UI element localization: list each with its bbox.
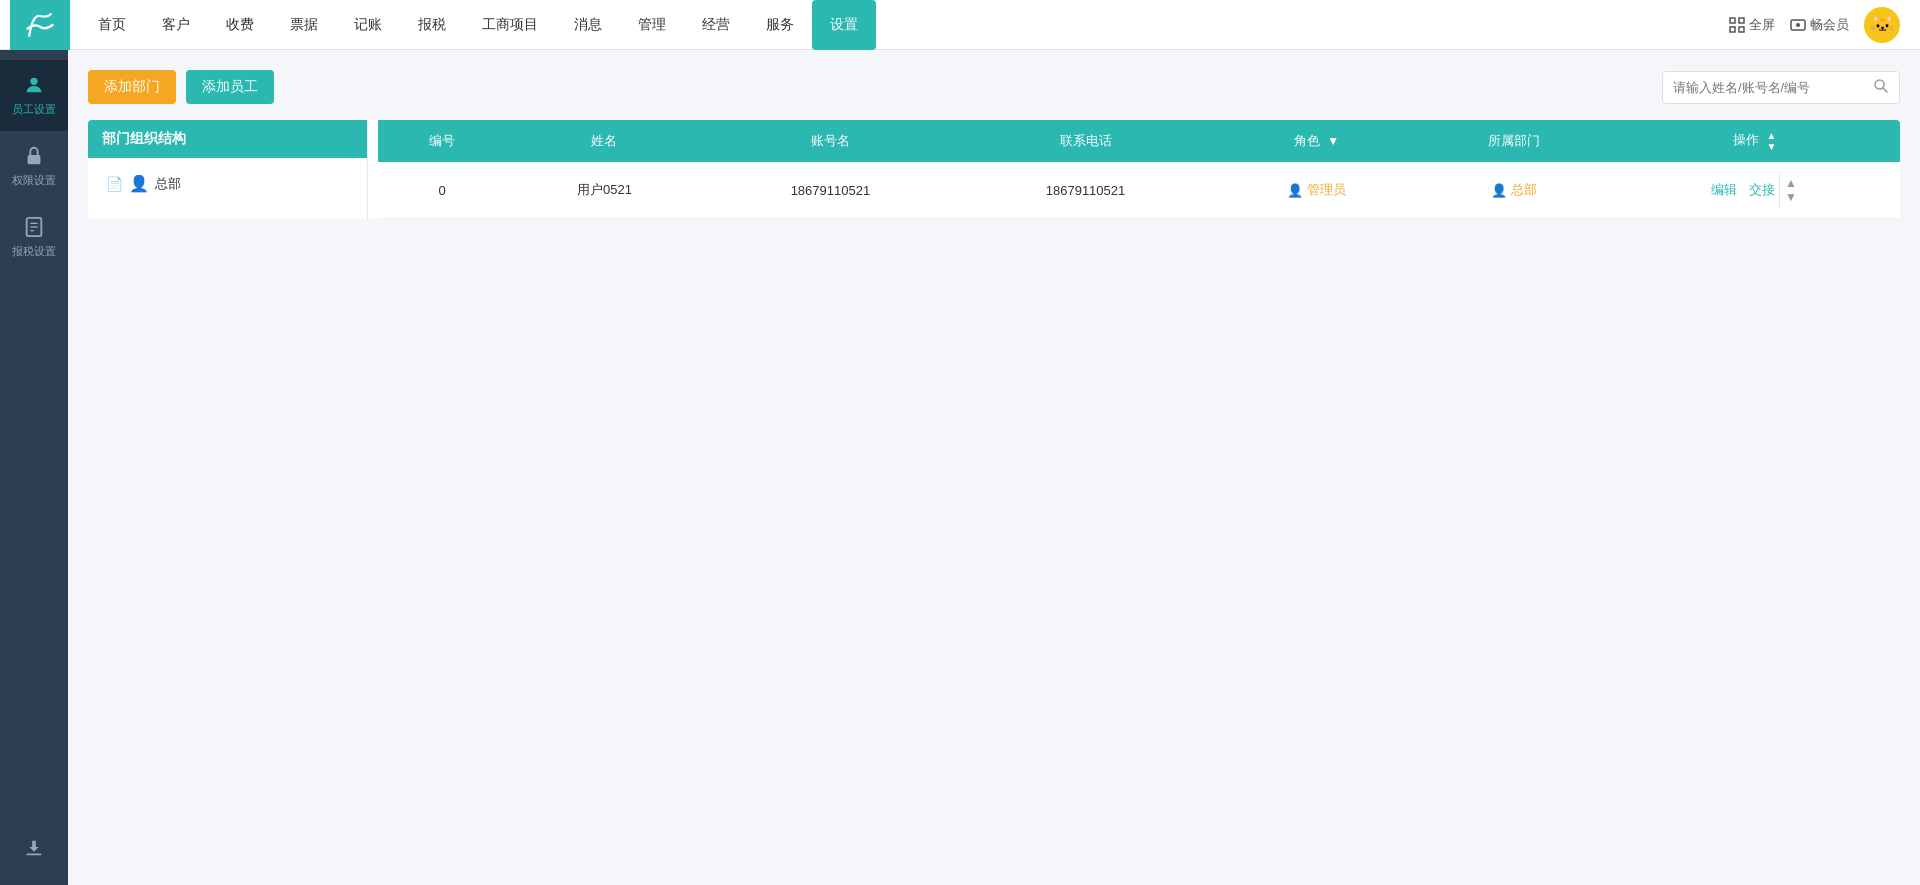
nav-message[interactable]: 消息 [556,0,620,50]
logo [10,0,70,50]
table-header-row: 编号 姓名 账号名 联系电话 角色 ▼ 所属部门 操作 [378,120,1900,162]
sidebar-item-employee[interactable]: 员工设置 [0,60,68,131]
col-name: 姓名 [506,120,703,162]
sidebar-item-download[interactable] [0,823,68,875]
col-id: 编号 [378,120,506,162]
action-交接[interactable]: 交接 [1749,181,1775,199]
toolbar: 添加部门 添加员工 [88,70,1900,104]
svg-line-14 [1883,88,1887,92]
nav-bookkeeping[interactable]: 记账 [336,0,400,50]
cell-id: 0 [378,162,506,219]
dept-person-icon: 👤 [1491,183,1507,198]
col-action: 操作 ▲ ▼ [1609,120,1900,162]
nav-tax[interactable]: 报税 [400,0,464,50]
dept-badge: 👤 总部 [1491,181,1537,199]
role-person-icon: 👤 [1287,183,1303,198]
cell-phone: 18679110521 [958,162,1213,219]
svg-point-5 [1796,23,1800,27]
col-dept: 所属部门 [1419,120,1609,162]
cell-account: 18679110521 [703,162,958,219]
tree-panel: 部门组织结构 📄 👤 总部 [88,120,368,219]
add-dept-button[interactable]: 添加部门 [88,70,176,104]
top-nav-right: 全屏 畅会员 🐱 [1729,7,1910,43]
member-button[interactable]: 畅会员 [1790,16,1849,34]
nav-service[interactable]: 服务 [748,0,812,50]
file-icon: 📄 [106,176,123,192]
role-badge: 👤 管理员 [1287,181,1346,199]
download-icon [23,837,45,861]
report-icon [23,216,45,240]
nav-items: 首页 客户 收费 票据 记账 报税 工商项目 消息 管理 经营 服务 设置 [80,0,1729,50]
svg-rect-0 [1730,18,1735,23]
tree-header: 部门组织结构 [88,120,367,158]
svg-rect-12 [27,854,42,856]
nav-settings[interactable]: 设置 [812,0,876,50]
nav-billing[interactable]: 收费 [208,0,272,50]
main-content: 添加部门 添加员工 部门组织结构 📄 👤 [68,50,1920,885]
svg-rect-7 [28,155,41,164]
sidebar-employee-label: 员工设置 [12,102,56,117]
cell-dept: 👤 总部 [1419,162,1609,219]
cell-role: 👤 管理员 [1213,162,1419,219]
person-icon [23,74,45,98]
role-filter-icon[interactable]: ▼ [1327,134,1339,148]
search-input[interactable] [1663,74,1863,101]
table-panel: 编号 姓名 账号名 联系电话 角色 ▼ 所属部门 操作 [378,120,1900,219]
row-scroll-arrows[interactable]: ▲ ▼ [1779,172,1802,208]
nav-home[interactable]: 首页 [80,0,144,50]
cell-name: 用户0521 [506,162,703,219]
fullscreen-label: 全屏 [1749,16,1775,34]
sidebar-item-tax[interactable]: 报税设置 [0,202,68,273]
person-tree-icon: 👤 [129,174,149,193]
lock-icon [23,145,45,169]
action-编辑[interactable]: 编辑 [1711,181,1737,199]
sidebar-permission-label: 权限设置 [12,173,56,188]
svg-rect-1 [1739,18,1744,23]
fullscreen-button[interactable]: 全屏 [1729,16,1775,34]
scroll-down-button[interactable]: ▼ [1782,190,1800,204]
nav-invoice[interactable]: 票据 [272,0,336,50]
tree-node-root[interactable]: 📄 👤 总部 [98,168,357,199]
col-account: 账号名 [703,120,958,162]
sidebar: 员工设置 权限设置 报税设置 [0,50,68,885]
table-row: 0 用户0521 18679110521 18679110521 👤 管理员 👤… [378,162,1900,219]
col-phone: 联系电话 [958,120,1213,162]
search-button[interactable] [1863,72,1899,103]
nav-business[interactable]: 工商项目 [464,0,556,50]
member-label: 畅会员 [1810,16,1849,34]
add-staff-button[interactable]: 添加员工 [186,70,274,104]
top-nav: 首页 客户 收费 票据 记账 报税 工商项目 消息 管理 经营 服务 设置 全屏 [0,0,1920,50]
svg-rect-3 [1739,27,1744,32]
scroll-up-button[interactable]: ▲ [1782,176,1800,190]
nav-client[interactable]: 客户 [144,0,208,50]
employee-table: 编号 姓名 账号名 联系电话 角色 ▼ 所属部门 操作 [378,120,1900,219]
sidebar-tax-label: 报税设置 [12,244,56,259]
sidebar-item-permission[interactable]: 权限设置 [0,131,68,202]
tree-node-label: 总部 [155,175,181,193]
search-box [1662,71,1900,104]
content-area: 部门组织结构 📄 👤 总部 编号 姓名 账号名 [88,120,1900,219]
svg-point-6 [30,78,37,85]
nav-manage[interactable]: 管理 [620,0,684,50]
cell-actions: 编辑 交接 ▲ ▼ [1609,162,1900,218]
tree-body: 📄 👤 总部 [88,158,367,209]
action-sort-icon[interactable]: ▲ ▼ [1766,130,1776,152]
nav-operation[interactable]: 经营 [684,0,748,50]
col-role: 角色 ▼ [1213,120,1419,162]
layout: 员工设置 权限设置 报税设置 [0,50,1920,885]
svg-rect-2 [1730,27,1735,32]
avatar[interactable]: 🐱 [1864,7,1900,43]
